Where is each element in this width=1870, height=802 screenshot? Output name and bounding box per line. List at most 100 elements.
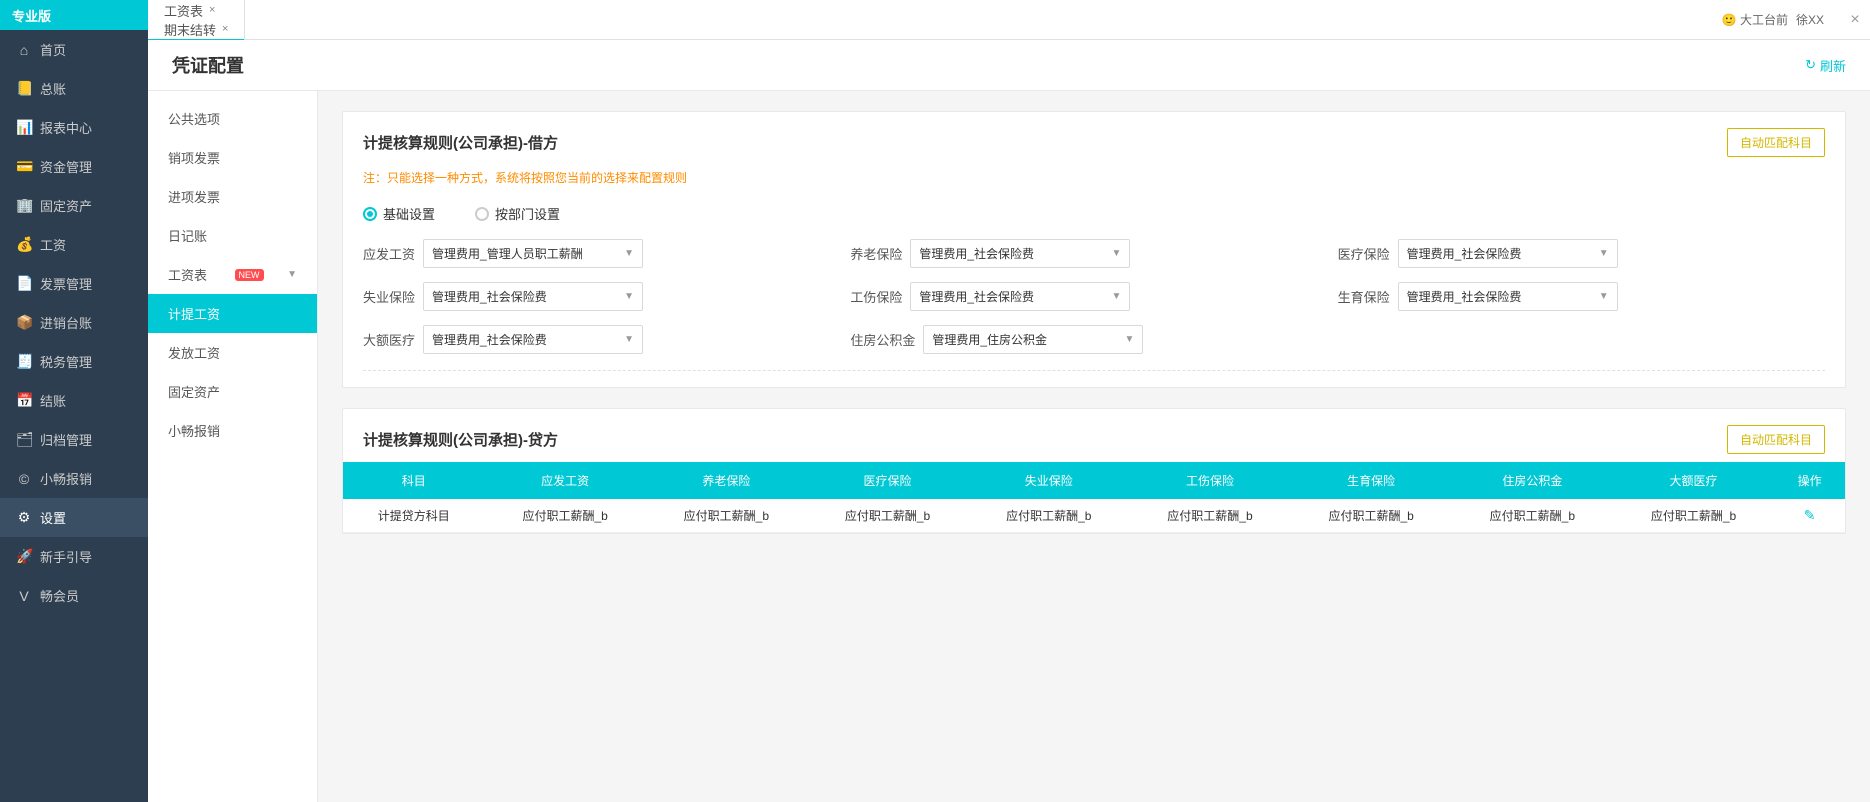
sidebar-item-closing[interactable]: 📅 结账 — [0, 381, 148, 420]
sidebar-item-home[interactable]: ⌂ 首页 — [0, 30, 148, 69]
debit-select-2[interactable]: 管理费用_社会保险费 ▼ — [1398, 239, 1618, 268]
sidebar-label-home: 首页 — [40, 40, 66, 59]
credit-col-2: 养老保险 — [646, 462, 807, 499]
sidebar-label-reports: 报表中心 — [40, 118, 92, 137]
credit-auto-match-button[interactable]: 自动匹配科目 — [1727, 425, 1825, 454]
credit-cell-0-2: 应付职工薪酬_b — [807, 499, 968, 533]
user-name: 徐XX — [1796, 11, 1824, 28]
tab-label-payroll: 工资表 — [164, 1, 203, 20]
sidebar: 专业版 ⌂ 首页📒 总账📊 报表中心💳 资金管理🏢 固定资产💰 工资📄 发票管理… — [0, 0, 148, 802]
debit-select-0[interactable]: 管理费用_管理人员职工薪酬 ▼ — [423, 239, 643, 268]
debit-notice: 注：只能选择一种方式，系统将按照您当前的选择来配置规则 — [343, 165, 1845, 196]
debit-form-item-2: 医疗保险 管理费用_社会保险费 ▼ — [1338, 239, 1825, 268]
debit-label-7: 住房公积金 — [850, 330, 915, 349]
debit-select-6[interactable]: 管理费用_社会保险费 ▼ — [423, 325, 643, 354]
new-badge-payroll-table: NEW — [235, 269, 264, 281]
sidebar-item-member[interactable]: V 畅会员 — [0, 576, 148, 615]
ledger-icon: 📒 — [16, 80, 32, 97]
debit-select-1[interactable]: 管理费用_社会保险费 ▼ — [910, 239, 1130, 268]
credit-col-8: 大额医疗 — [1613, 462, 1774, 499]
debit-select-4[interactable]: 管理费用_社会保险费 ▼ — [910, 282, 1130, 311]
left-nav-pay-salary[interactable]: 发放工资 — [148, 333, 317, 372]
tab-label-period-closing: 期末结转 — [164, 20, 216, 39]
sidebar-item-guide[interactable]: 🚀 新手引导 — [0, 537, 148, 576]
tab-period-closing[interactable]: 期末结转 × — [148, 20, 245, 39]
debit-select-3[interactable]: 管理费用_社会保险费 ▼ — [423, 282, 643, 311]
debit-select-7[interactable]: 管理费用_住房公积金 ▼ — [923, 325, 1143, 354]
content-area: 公共选项销项发票进项发票日记账工资表NEW▼ 计提工资发放工资固定资产小畅报销 计… — [148, 91, 1870, 802]
credit-section-header: 计提核算规则(公司承担)-贷方 自动匹配科目 — [343, 409, 1845, 462]
debit-form-item-1: 养老保险 管理费用_社会保险费 ▼ — [850, 239, 1337, 268]
sidebar-item-xcreport[interactable]: © 小畅报销 — [0, 459, 148, 498]
sidebar-item-tax[interactable]: 🧾 税务管理 — [0, 342, 148, 381]
tab-close-period-closing[interactable]: × — [222, 23, 228, 35]
sidebar-item-ledger[interactable]: 📒 总账 — [0, 69, 148, 108]
sidebar-label-funds: 资金管理 — [40, 157, 92, 176]
debit-section: 计提核算规则(公司承担)-借方 自动匹配科目 注：只能选择一种方式，系统将按照您… — [342, 111, 1846, 388]
home-icon: ⌂ — [16, 42, 32, 58]
page-title: 凭证配置 — [172, 52, 244, 78]
table-row: 计提贷方科目应付职工薪酬_b应付职工薪酬_b应付职工薪酬_b应付职工薪酬_b应付… — [343, 499, 1845, 533]
tab-payroll[interactable]: 工资表 × — [148, 1, 245, 20]
debit-label-1: 养老保险 — [850, 244, 902, 263]
credit-cell-0-1: 应付职工薪酬_b — [646, 499, 807, 533]
debit-auto-match-button[interactable]: 自动匹配科目 — [1727, 128, 1825, 157]
settings-icon: ⚙ — [16, 509, 32, 526]
tab-close-voucher-config[interactable]: × — [222, 42, 228, 54]
sidebar-item-reports[interactable]: 📊 报表中心 — [0, 108, 148, 147]
left-nav-purchase-invoice[interactable]: 进项发票 — [148, 177, 317, 216]
debit-select-arrow-6: ▼ — [624, 334, 634, 345]
debit-select-arrow-3: ▼ — [624, 291, 634, 302]
left-nav-payroll-table[interactable]: 工资表NEW▼ — [148, 255, 317, 294]
left-nav-sales-invoice[interactable]: 销项发票 — [148, 138, 317, 177]
debit-select-value-1: 管理费用_社会保险费 — [919, 245, 1107, 262]
sidebar-item-inventory[interactable]: 📦 进销台账 — [0, 303, 148, 342]
left-nav-journal[interactable]: 日记账 — [148, 216, 317, 255]
left-nav-xcreport2[interactable]: 小畅报销 — [148, 411, 317, 450]
sidebar-item-settings[interactable]: ⚙ 设置 — [0, 498, 148, 537]
sidebar-label-inventory: 进销台账 — [40, 313, 92, 332]
sidebar-item-salary[interactable]: 💰 工资 — [0, 225, 148, 264]
edit-icon-0[interactable]: ✎ — [1804, 507, 1816, 523]
sidebar-label-guide: 新手引导 — [40, 547, 92, 566]
debit-label-3: 失业保险 — [363, 287, 415, 306]
radio-dept[interactable]: 按部门设置 — [475, 204, 560, 223]
debit-select-value-0: 管理费用_管理人员职工薪酬 — [432, 245, 620, 262]
debit-select-5[interactable]: 管理费用_社会保险费 ▼ — [1398, 282, 1618, 311]
sidebar-label-closing: 结账 — [40, 391, 66, 410]
sidebar-label-archive: 归档管理 — [40, 430, 92, 449]
guide-icon: 🚀 — [16, 548, 32, 565]
left-nav-label-journal: 日记账 — [168, 226, 207, 245]
close-button[interactable]: × — [1840, 0, 1870, 40]
debit-form-item-3: 失业保险 管理费用_社会保险费 ▼ — [363, 282, 850, 311]
inventory-icon: 📦 — [16, 314, 32, 331]
radio-basic[interactable]: 基础设置 — [363, 204, 435, 223]
credit-col-0: 科目 — [343, 462, 485, 499]
refresh-icon: ↻ — [1805, 57, 1816, 73]
left-nav-label-common: 公共选项 — [168, 109, 220, 128]
left-nav-label-calc-salary: 计提工资 — [168, 304, 220, 323]
sidebar-item-invoices[interactable]: 📄 发票管理 — [0, 264, 148, 303]
credit-col-3: 医疗保险 — [807, 462, 968, 499]
radio-dept-circle — [475, 207, 489, 221]
credit-col-9: 操作 — [1774, 462, 1845, 499]
left-nav-label-purchase-invoice: 进项发票 — [168, 187, 220, 206]
sidebar-label-tax: 税务管理 — [40, 352, 92, 371]
credit-cell-0-5: 应付职工薪酬_b — [1291, 499, 1452, 533]
sidebar-item-assets[interactable]: 🏢 固定资产 — [0, 186, 148, 225]
tab-close-payroll[interactable]: × — [209, 4, 215, 16]
left-nav-calc-salary[interactable]: 计提工资 — [148, 294, 317, 333]
left-nav-common[interactable]: 公共选项 — [148, 99, 317, 138]
left-nav-label-pay-salary: 发放工资 — [168, 343, 220, 362]
debit-title: 计提核算规则(公司承担)-借方 — [363, 132, 558, 153]
user-info: 🙂 大工台前 — [1722, 11, 1788, 28]
debit-select-arrow-2: ▼ — [1599, 248, 1609, 259]
credit-col-7: 住房公积金 — [1452, 462, 1613, 499]
left-nav-fixed-assets[interactable]: 固定资产 — [148, 372, 317, 411]
main-panel: 首页工资表×期末结转×凭证配置× 🙂 大工台前 徐XX × 凭证配置 ↻ 刷新 … — [148, 0, 1870, 802]
debit-select-value-7: 管理费用_住房公积金 — [932, 331, 1120, 348]
sidebar-item-archive[interactable]: 🗂 归档管理 — [0, 420, 148, 459]
sidebar-item-funds[interactable]: 💳 资金管理 — [0, 147, 148, 186]
sidebar-label-salary: 工资 — [40, 235, 66, 254]
refresh-button[interactable]: ↻ 刷新 — [1805, 56, 1846, 75]
